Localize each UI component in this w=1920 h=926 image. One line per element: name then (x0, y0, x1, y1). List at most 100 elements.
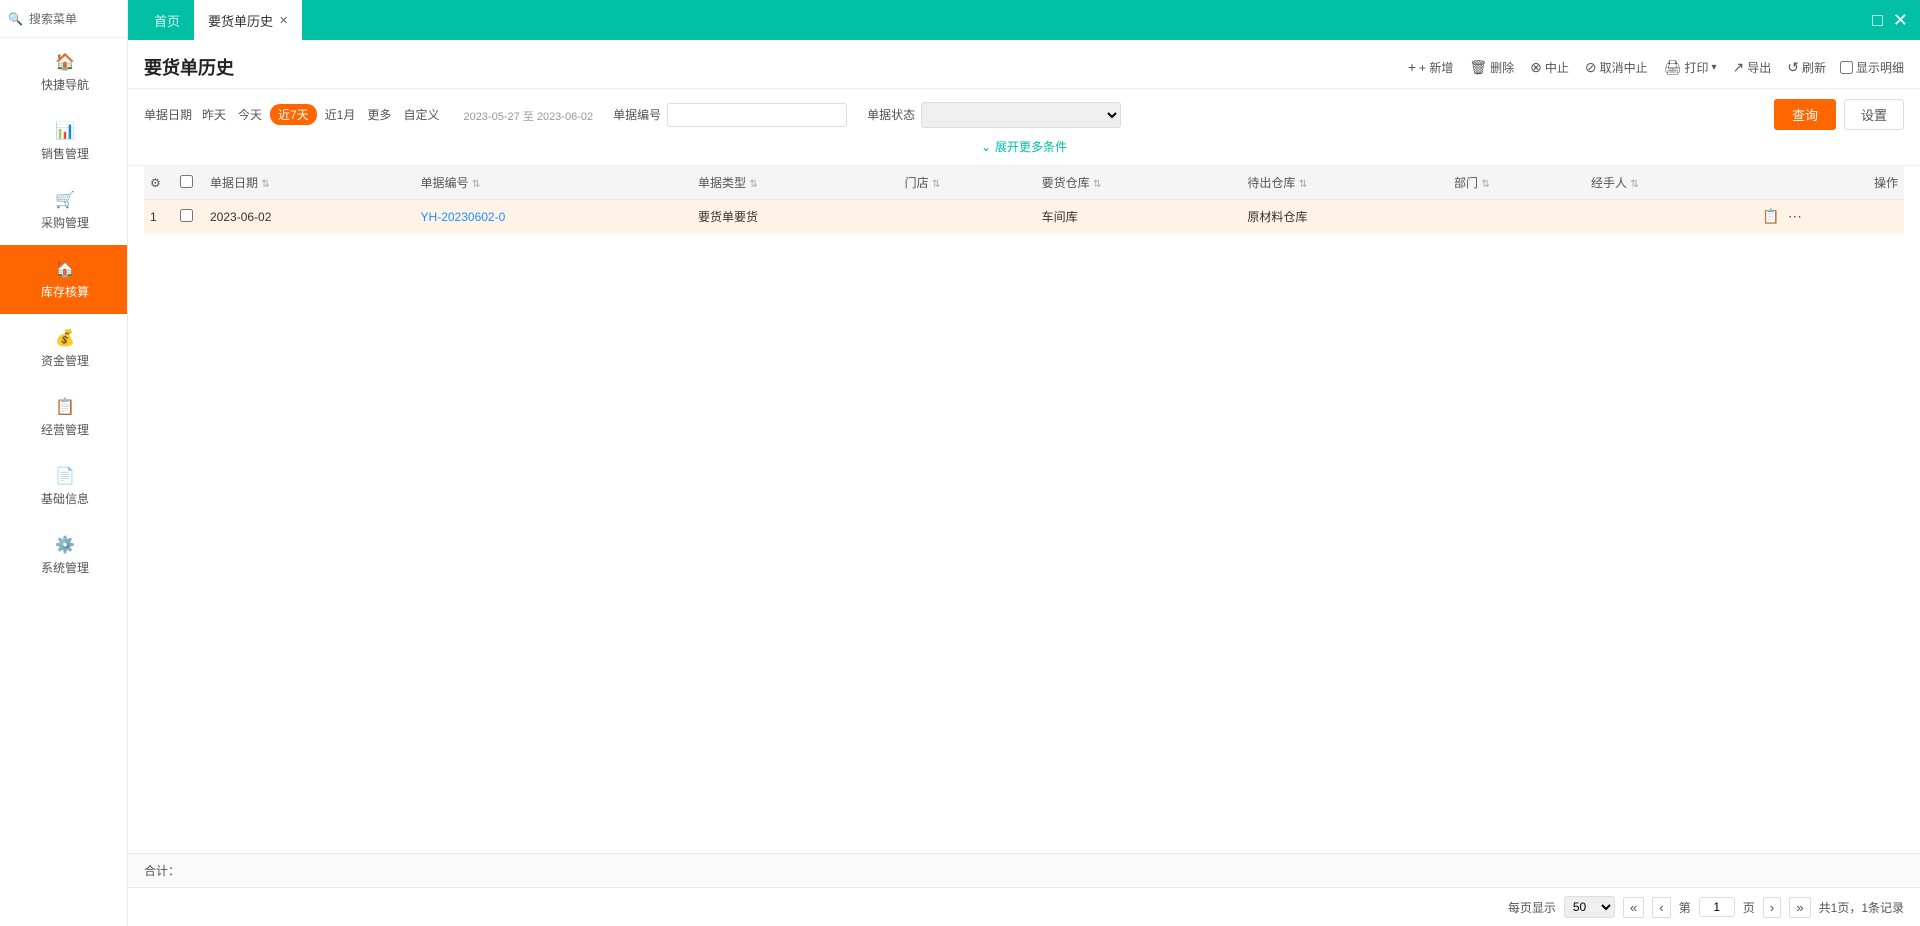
sidebar-icon-inventory: 🏠 (55, 259, 75, 279)
cancel-stop-label: 取消中止 (1600, 59, 1648, 76)
row-store (899, 200, 1036, 234)
sidebar-item-purchase[interactable]: 🛒采购管理 (0, 176, 127, 245)
tab-home[interactable]: 首页 (140, 0, 194, 40)
column-settings-icon[interactable]: ⚙ (150, 176, 161, 190)
row-order-no: YH-20230602-0 (415, 200, 693, 234)
sidebar-icon-system: ⚙️ (55, 535, 75, 555)
date-filter-group: 单据日期 昨天今天近7天近1月更多自定义 (144, 104, 443, 125)
date-option-today[interactable]: 今天 (234, 104, 266, 125)
filter-row: 单据日期 昨天今天近7天近1月更多自定义 2023-05-27 至 2023-0… (144, 99, 1904, 130)
search-button[interactable]: 查询 (1774, 99, 1836, 130)
display-detail-label: 显示明细 (1856, 59, 1904, 76)
req-warehouse-sort-icon[interactable]: ⇅ (1093, 179, 1101, 190)
sidebar-label-purchase: 采购管理 (41, 214, 89, 231)
date-filter-label: 单据日期 (144, 106, 192, 123)
settings-button[interactable]: 设置 (1844, 99, 1904, 130)
export-icon: ↗ (1732, 59, 1744, 76)
sidebar-label-finance: 资金管理 (41, 352, 89, 369)
order-no-sort-icon[interactable]: ⇅ (472, 179, 480, 190)
handler-sort-icon[interactable]: ⇅ (1630, 179, 1638, 190)
delete-icon: 🗑 (1469, 59, 1487, 76)
table-footer: 合计： (128, 853, 1920, 887)
row-dest-warehouse: 原材料仓库 (1241, 200, 1448, 234)
order-type-sort-icon[interactable]: ⇅ (749, 179, 757, 190)
order-no-col-header: 单据编号 ⇅ (415, 166, 693, 200)
expand-more-button[interactable]: ⌄ 展开更多条件 (144, 138, 1904, 155)
row-order-type: 要货单要货 (692, 200, 899, 234)
cancel-stop-button[interactable]: ⊘ 取消中止 (1583, 55, 1650, 80)
date-sort-icon[interactable]: ⇅ (261, 179, 269, 190)
order-no-filter-group: 单据编号 (613, 103, 847, 127)
sidebar-item-system[interactable]: ⚙️系统管理 (0, 521, 127, 590)
status-select[interactable] (921, 102, 1121, 128)
sidebar-label-inventory: 库存核算 (41, 283, 89, 300)
first-page-button[interactable]: « (1623, 897, 1644, 918)
dest-warehouse-col-label: 待出仓库 (1247, 176, 1295, 190)
sidebar-item-inventory[interactable]: 🏠 库存核算 (0, 245, 127, 314)
row-actions: 📋 ⋯ (1756, 200, 1904, 234)
page-title: 要货单历史 (144, 54, 234, 80)
order-no-link[interactable]: YH-20230602-0 (421, 210, 506, 224)
page-suffix: 页 (1743, 899, 1755, 916)
order-no-input[interactable] (667, 103, 847, 127)
sidebar-item-sales[interactable]: 📊销售管理 (0, 107, 127, 176)
date-option-recent7[interactable]: 近7天 (270, 104, 317, 125)
display-detail-checkbox[interactable] (1840, 61, 1853, 74)
req-warehouse-col-header: 要货仓库 ⇅ (1036, 166, 1242, 200)
sidebar-item-operation[interactable]: 📋经营管理 (0, 383, 127, 452)
filter-area: 单据日期 昨天今天近7天近1月更多自定义 2023-05-27 至 2023-0… (128, 89, 1920, 166)
status-filter-group: 单据状态 (867, 102, 1121, 128)
export-button[interactable]: ↗ 导出 (1730, 55, 1773, 80)
row-edit-icon[interactable]: 📋 (1762, 208, 1779, 225)
sidebar-label-basic-info: 基础信息 (41, 490, 89, 507)
close-icon[interactable]: ✕ (1893, 10, 1908, 31)
cancel-stop-icon: ⊘ (1585, 59, 1597, 76)
stop-button[interactable]: ⊗ 中止 (1528, 55, 1571, 80)
date-option-custom[interactable]: 自定义 (399, 104, 443, 125)
row-select-checkbox[interactable] (180, 209, 193, 222)
sidebar-search-label: 搜索菜单 (29, 10, 77, 27)
row-req-warehouse: 车间库 (1036, 200, 1242, 234)
store-sort-icon[interactable]: ⇅ (932, 179, 940, 190)
sidebar-item-quick-nav[interactable]: 🏠快捷导航 (0, 38, 127, 107)
sidebar-icon-sales: 📊 (55, 121, 75, 141)
print-button[interactable]: 🖨 打印 ▾ (1662, 55, 1719, 80)
new-button[interactable]: + + 新增 (1406, 55, 1456, 80)
last-page-button[interactable]: » (1789, 897, 1810, 918)
order-no-label: 单据编号 (613, 106, 661, 123)
prev-page-button[interactable]: ‹ (1652, 897, 1670, 918)
select-all-checkbox[interactable] (180, 175, 193, 188)
tab-close-requisition-history[interactable]: ✕ (279, 14, 288, 27)
sidebar-item-basic-info[interactable]: 📄 基础信息 (0, 452, 127, 521)
date-option-more[interactable]: 更多 (363, 104, 395, 125)
delete-button[interactable]: 🗑 删除 (1467, 55, 1516, 80)
dest-warehouse-sort-icon[interactable]: ⇅ (1299, 179, 1307, 190)
per-page-label: 每页显示 (1508, 899, 1556, 916)
actions-col-header: 操作 (1756, 166, 1904, 200)
dept-sort-icon[interactable]: ⇅ (1481, 179, 1489, 190)
toolbar: + + 新增 🗑 删除 ⊗ 中止 ⊘ 取消中止 (1406, 55, 1904, 80)
page-number-input[interactable] (1699, 897, 1735, 917)
next-page-button[interactable]: › (1763, 897, 1781, 918)
table-row: 1 2023-06-02 YH-20230602-0 要货单要货 车间库 原材料… (144, 200, 1904, 234)
summary-label: 合计： (144, 864, 180, 878)
tab-requisition-history[interactable]: 要货单历史✕ (194, 0, 302, 40)
sidebar-icon-basic-info: 📄 (55, 466, 75, 486)
date-option-yesterday[interactable]: 昨天 (198, 104, 230, 125)
date-option-recent_month[interactable]: 近1月 (321, 104, 360, 125)
data-table: ⚙ 单据日期 ⇅ 单据编号 ⇅ (144, 166, 1904, 234)
date-col-header: 单据日期 ⇅ (204, 166, 415, 200)
status-label: 单据状态 (867, 106, 915, 123)
display-detail-toggle[interactable]: 显示明细 (1840, 59, 1904, 76)
per-page-select[interactable]: 2050100 (1564, 896, 1615, 918)
sidebar-search[interactable]: 🔍 搜索菜单 (0, 0, 127, 38)
page-content: 要货单历史 + + 新增 🗑 删除 ⊗ 中止 ⊘ (128, 40, 1920, 926)
refresh-icon: ↺ (1787, 59, 1799, 76)
handler-col-label: 经手人 (1591, 176, 1627, 190)
row-more-icon[interactable]: ⋯ (1788, 208, 1802, 225)
row-checkbox[interactable] (174, 200, 204, 234)
maximize-icon[interactable]: □ (1872, 10, 1883, 31)
refresh-button[interactable]: ↺ 刷新 (1785, 55, 1828, 80)
sidebar-item-finance[interactable]: 💰资金管理 (0, 314, 127, 383)
stop-icon: ⊗ (1530, 59, 1542, 76)
